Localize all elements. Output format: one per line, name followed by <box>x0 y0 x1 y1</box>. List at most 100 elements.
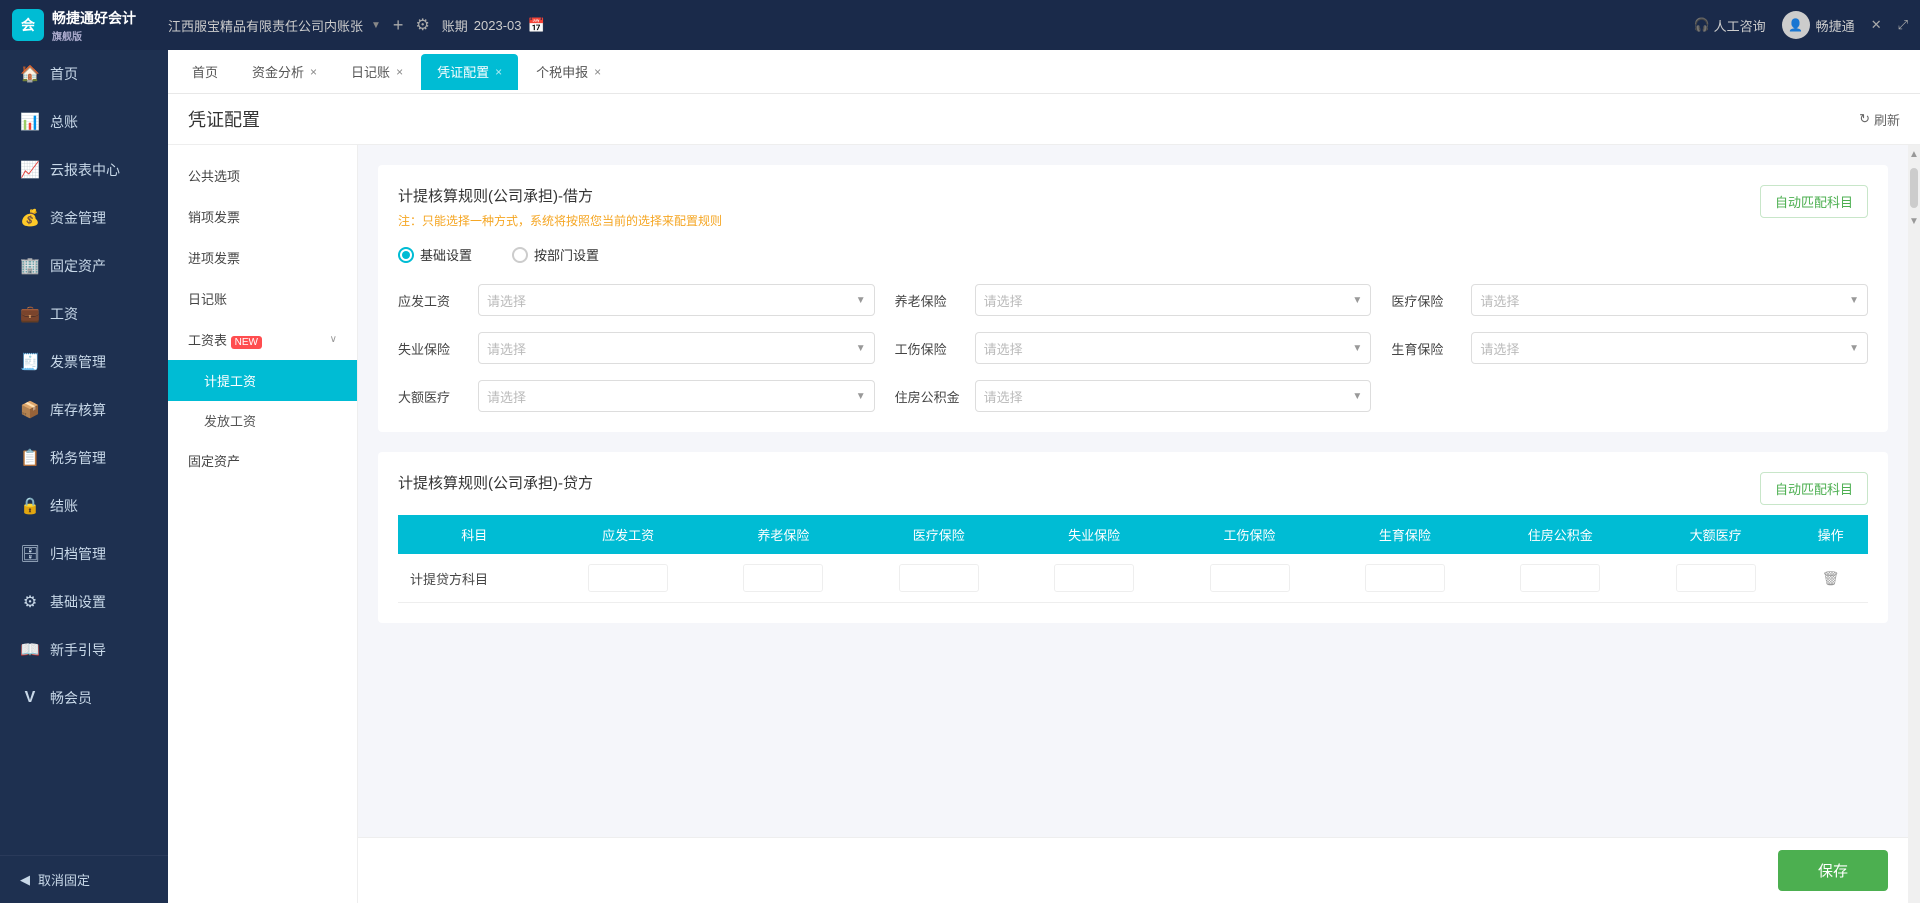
scroll-thumb[interactable] <box>1910 168 1918 208</box>
row-yingfa-input[interactable] <box>588 564 668 592</box>
avatar: 👤 <box>1782 11 1810 39</box>
row-zhufang-cell[interactable] <box>1483 554 1638 603</box>
left-nav-pay-salary[interactable]: 发放工资 <box>168 401 357 440</box>
debit-auto-match-button[interactable]: 自动匹配科目 <box>1760 185 1868 218</box>
row-yingfa-cell[interactable] <box>550 554 705 603</box>
radio-basic[interactable]: 基础设置 <box>398 245 472 264</box>
sidebar-label-reports: 云报表中心 <box>50 160 120 180</box>
new-badge: NEW <box>231 336 262 349</box>
row-yanglao-cell[interactable] <box>706 554 861 603</box>
yiliao-select[interactable]: 请选择 ▼ <box>1471 284 1868 316</box>
sidebar-item-funds[interactable]: 💰 资金管理 <box>0 194 168 242</box>
left-nav-salary-table[interactable]: 工资表 NEW ∨ <box>168 319 357 360</box>
right-scrollbar[interactable]: ▲ ▼ <box>1908 145 1920 903</box>
sidebar-label-invoice: 发票管理 <box>50 352 106 372</box>
sidebar-item-inventory[interactable]: 📦 库存核算 <box>0 386 168 434</box>
sidebar-item-archive[interactable]: 🗄 归档管理 <box>0 530 168 578</box>
close-window-icon[interactable]: ✕ <box>1871 17 1882 33</box>
row-yiliao-input[interactable] <box>899 564 979 592</box>
row-gongshang-input[interactable] <box>1210 564 1290 592</box>
row-yiliao-cell[interactable] <box>861 554 1016 603</box>
row-action-cell[interactable]: 🗑 <box>1793 554 1868 603</box>
sidebar-label-settings: 基础设置 <box>50 592 106 612</box>
refresh-button[interactable]: ↻ 刷新 <box>1859 110 1900 129</box>
save-button[interactable]: 保存 <box>1778 850 1888 891</box>
left-nav: 公共选项 销项发票 进项发票 日记账 工资表 NEW ∨ 计提工资 发放工资 固… <box>168 145 358 903</box>
row-shiye-input[interactable] <box>1054 564 1134 592</box>
tab-close-funds-analysis[interactable]: × <box>310 65 317 79</box>
sidebar-item-tax[interactable]: 📋 税务管理 <box>0 434 168 482</box>
yingfa-select[interactable]: 请选择 ▼ <box>478 284 875 316</box>
tab-voucher-config[interactable]: 凭证配置 × <box>421 54 518 90</box>
sidebar-item-home[interactable]: 🏠 首页 <box>0 50 168 98</box>
left-nav-purchase-invoice[interactable]: 进项发票 <box>168 237 357 278</box>
debit-section-title: 计提核算规则(公司承担)-借方 <box>398 185 1868 206</box>
left-nav-sales-invoice[interactable]: 销项发票 <box>168 196 357 237</box>
debit-form-grid: 应发工资 请选择 ▼ 养老保险 请选择 ▼ <box>398 284 1868 412</box>
sidebar-item-closing[interactable]: 🔒 结账 <box>0 482 168 530</box>
daeji-chevron-icon: ▼ <box>856 391 866 402</box>
sidebar-label-inventory: 库存核算 <box>50 400 106 420</box>
sidebar-item-settings[interactable]: ⚙ 基础设置 <box>0 578 168 626</box>
period-selector[interactable]: 账期 2023-03 📅 <box>442 16 545 35</box>
shengyu-select[interactable]: 请选择 ▼ <box>1471 332 1868 364</box>
add-tab-button[interactable]: + <box>393 15 404 36</box>
calendar-icon[interactable]: 📅 <box>528 17 545 34</box>
sidebar-item-vip[interactable]: V 畅会员 <box>0 674 168 722</box>
cancel-fix-button[interactable]: ◀ 取消固定 <box>0 855 168 903</box>
row-zhufang-input[interactable] <box>1520 564 1600 592</box>
settings-icon[interactable]: ⚙ <box>415 15 429 35</box>
page-title: 凭证配置 <box>188 106 260 132</box>
tab-diary[interactable]: 日记账 × <box>335 54 419 90</box>
service-button[interactable]: 🎧 人工咨询 <box>1693 16 1765 35</box>
row-shiye-cell[interactable] <box>1016 554 1171 603</box>
row-daeji-input[interactable] <box>1676 564 1756 592</box>
scroll-up-icon[interactable]: ▲ <box>1909 145 1919 164</box>
company-selector[interactable]: 江西服宝精品有限责任公司内账张 ▼ <box>168 16 381 35</box>
closing-icon: 🔒 <box>20 496 40 516</box>
scroll-down-icon[interactable]: ▼ <box>1909 212 1919 231</box>
main-content: 计提核算规则(公司承担)-借方 注：只能选择一种方式，系统将按照您当前的选择来配… <box>358 145 1908 837</box>
row-daeji-cell[interactable] <box>1638 554 1793 603</box>
table-row: 计提贷方科目 <box>398 554 1868 603</box>
zhufang-select[interactable]: 请选择 ▼ <box>975 380 1372 412</box>
left-nav-calc-salary[interactable]: 计提工资 <box>168 360 357 401</box>
sidebar-item-invoice[interactable]: 🧾 发票管理 <box>0 338 168 386</box>
row-yanglao-input[interactable] <box>743 564 823 592</box>
headset-icon: 🎧 <box>1693 17 1709 33</box>
expand-window-icon[interactable]: ⤢ <box>1898 17 1908 33</box>
tab-close-tax-report[interactable]: × <box>594 65 601 79</box>
row-shengyu-cell[interactable] <box>1327 554 1482 603</box>
credit-table: 科目 应发工资 养老保险 医疗保险 失业保险 工伤保险 生育保险 住房公积金 大 <box>398 515 1868 603</box>
tab-close-diary[interactable]: × <box>396 65 403 79</box>
tab-tax-report[interactable]: 个税申报 × <box>520 54 617 90</box>
delete-row-icon[interactable]: 🗑 <box>1822 570 1840 586</box>
sidebar-item-salary[interactable]: 💼 工资 <box>0 290 168 338</box>
yanglao-select[interactable]: 请选择 ▼ <box>975 284 1372 316</box>
daeji-select[interactable]: 请选择 ▼ <box>478 380 875 412</box>
credit-auto-match-button[interactable]: 自动匹配科目 <box>1760 472 1868 505</box>
col-shiye: 失业保险 <box>1016 515 1171 554</box>
sidebar-item-guide[interactable]: 📖 新手引导 <box>0 626 168 674</box>
tab-home[interactable]: 首页 <box>176 54 234 90</box>
sidebar-item-ledger[interactable]: 📊 总账 <box>0 98 168 146</box>
tab-funds-analysis[interactable]: 资金分析 × <box>236 54 333 90</box>
row-shengyu-input[interactable] <box>1365 564 1445 592</box>
row-gongshang-cell[interactable] <box>1172 554 1327 603</box>
radio-basic-circle <box>398 247 414 263</box>
guide-icon: 📖 <box>20 640 40 660</box>
radio-by-dept[interactable]: 按部门设置 <box>512 245 599 264</box>
form-item-zhufang: 住房公积金 请选择 ▼ <box>895 380 1372 412</box>
sidebar-item-reports[interactable]: 📈 云报表中心 <box>0 146 168 194</box>
sidebar-label-salary: 工资 <box>50 304 78 324</box>
gongshang-select[interactable]: 请选择 ▼ <box>975 332 1372 364</box>
left-nav-diary[interactable]: 日记账 <box>168 278 357 319</box>
left-nav-fixed-assets[interactable]: 固定资产 <box>168 440 357 481</box>
user-menu[interactable]: 👤 畅捷通 <box>1782 11 1855 39</box>
shiye-select[interactable]: 请选择 ▼ <box>478 332 875 364</box>
form-item-daeji: 大额医疗 请选择 ▼ <box>398 380 875 412</box>
sidebar-item-assets[interactable]: 🏢 固定资产 <box>0 242 168 290</box>
left-nav-public[interactable]: 公共选项 <box>168 155 357 196</box>
tab-close-voucher-config[interactable]: × <box>495 65 502 79</box>
credit-section-title: 计提核算规则(公司承担)-贷方 <box>398 472 1868 493</box>
